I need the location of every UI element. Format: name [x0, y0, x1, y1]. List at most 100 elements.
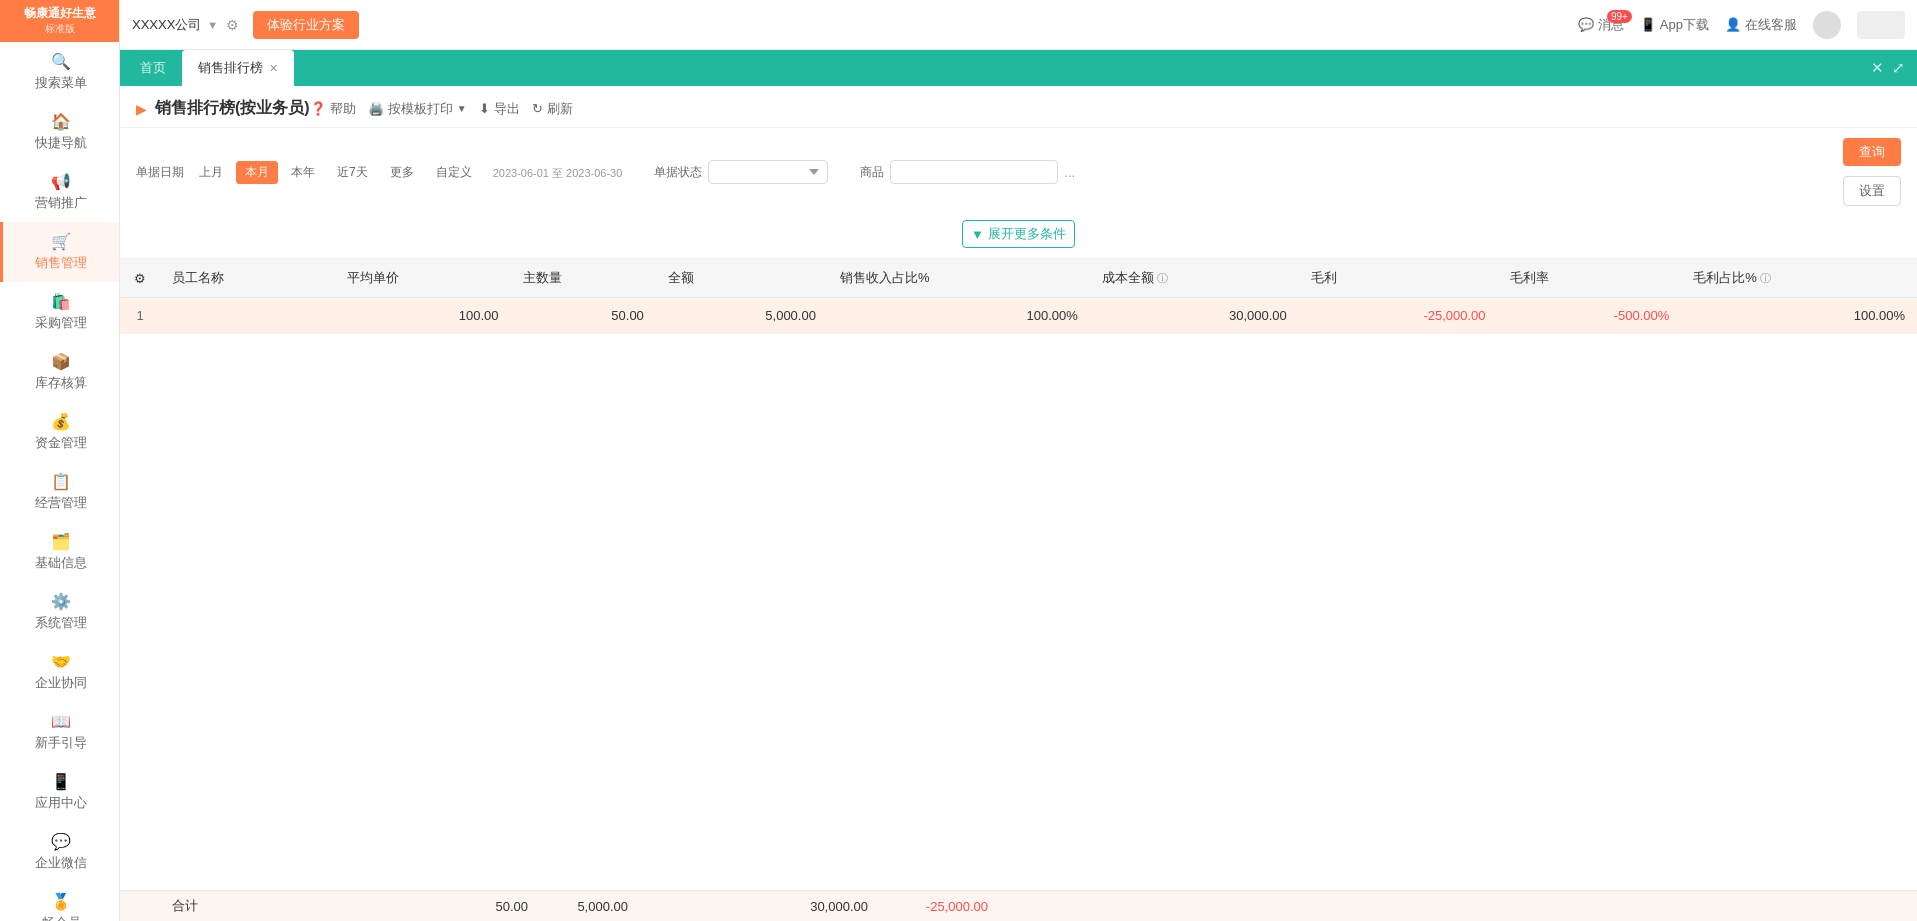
app-download-button[interactable]: 📱 App下载: [1640, 16, 1709, 34]
footer-avg-price: [340, 900, 440, 912]
sidebar-item-search[interactable]: 🔍 搜索菜单: [0, 42, 119, 102]
member-icon: 🏅: [51, 892, 71, 911]
sidebar-item-marketing[interactable]: 📢 营销推广: [0, 162, 119, 222]
mobile-icon: 📱: [1640, 17, 1656, 32]
sidebar-item-label: 搜索菜单: [35, 74, 87, 92]
topbar-right: 💬 消息 99+ 📱 App下载 👤 在线客服: [1578, 11, 1905, 39]
status-select[interactable]: [708, 160, 828, 184]
home-icon: 🏠: [51, 112, 71, 131]
cell-gross: -25,000.00: [1299, 298, 1498, 334]
company-name: XXXXX公司: [132, 16, 201, 34]
custom-btn[interactable]: 自定义: [427, 161, 481, 184]
tab-sales-rank[interactable]: 销售排行榜 ✕: [182, 50, 294, 86]
inventory-icon: 📦: [51, 352, 71, 371]
guide-icon: 📖: [51, 712, 71, 731]
sidebar-item-quick-nav[interactable]: 🏠 快捷导航: [0, 102, 119, 162]
app-download-label: App下载: [1660, 16, 1709, 34]
sidebar-item-system[interactable]: ⚙️ 系统管理: [0, 582, 119, 642]
sales-icon: 🛒: [51, 232, 71, 251]
goods-filter-group: 商品 ...: [860, 160, 1075, 184]
more-btn[interactable]: 更多: [381, 161, 423, 184]
sidebar-item-label: 企业微信: [35, 854, 87, 872]
sidebar-item-basic[interactable]: 🗂️ 基础信息: [0, 522, 119, 582]
col-settings[interactable]: ⚙: [120, 259, 160, 298]
sidebar-item-label: 快捷导航: [35, 134, 87, 152]
goods-more-icon[interactable]: ...: [1064, 165, 1075, 180]
curr-year-btn[interactable]: 本年: [282, 161, 324, 184]
goods-filter-label: 商品: [860, 164, 884, 181]
trial-button[interactable]: 体验行业方案: [253, 11, 359, 39]
tab-sales-rank-label: 销售排行榜: [198, 59, 263, 77]
help-icon: ❓: [310, 101, 326, 116]
company-selector[interactable]: XXXXX公司 ▼: [132, 16, 218, 34]
window-maximize-icon[interactable]: ⤢: [1892, 59, 1905, 77]
tab-close-icon[interactable]: ✕: [269, 62, 278, 75]
help-button[interactable]: ❓ 帮助: [310, 100, 356, 118]
message-button[interactable]: 💬 消息 99+: [1578, 16, 1624, 34]
window-minimize-icon[interactable]: ✕: [1871, 59, 1884, 77]
user-avatar[interactable]: [1813, 11, 1841, 39]
sidebar-item-sales[interactable]: 🛒 销售管理: [0, 222, 119, 282]
sidebar-item-label: 新手引导: [35, 734, 87, 752]
print-dropdown-icon: ▼: [457, 103, 467, 114]
tab-home[interactable]: 首页: [124, 50, 182, 86]
topbar: XXXXX公司 ▼ ⚙ 体验行业方案 💬 消息 99+ 📱 App下载 👤 在线…: [120, 0, 1917, 50]
table-footer: 合计 50.00 5,000.00 30,000.00 -25,000.00: [120, 890, 1917, 921]
footer-amount: 5,000.00: [540, 893, 640, 920]
print-button[interactable]: 🖨️ 按模板打印 ▼: [368, 100, 467, 118]
col-amount: 全额: [656, 259, 828, 298]
sidebar-item-guide[interactable]: 📖 新手引导: [0, 702, 119, 762]
export-button[interactable]: ⬇ 导出: [479, 100, 520, 118]
goods-input[interactable]: [890, 160, 1058, 184]
gross-pct-info-icon: ⓘ: [1760, 272, 1771, 284]
nav-tab-actions: ✕ ⤢: [1871, 59, 1913, 77]
col-avg-price: 平均单价: [335, 259, 510, 298]
prev-month-btn[interactable]: 上月: [190, 161, 232, 184]
footer-gross: -25,000.00: [880, 893, 1000, 920]
sidebar-item-operation[interactable]: 📋 经营管理: [0, 462, 119, 522]
sidebar-item-inventory[interactable]: 📦 库存核算: [0, 342, 119, 402]
system-icon: ⚙️: [51, 592, 71, 611]
sidebar-item-label: 采购管理: [35, 314, 87, 332]
sidebar-item-label: 应用中心: [35, 794, 87, 812]
message-badge: 99+: [1607, 10, 1632, 23]
tab-home-label: 首页: [140, 59, 166, 77]
col-gross-rate: 毛利率: [1498, 259, 1682, 298]
refresh-button[interactable]: ↻ 刷新: [532, 100, 573, 118]
date-filter-group: 单据日期 上月 本月 本年 近7天 更多 自定义: [136, 161, 481, 184]
sidebar-item-finance[interactable]: 💰 资金管理: [0, 402, 119, 462]
user-name-area: [1857, 11, 1905, 39]
page-title: 销售排行榜(按业务员): [155, 98, 310, 119]
gear-icon[interactable]: ⚙: [226, 17, 239, 33]
sidebar-item-member[interactable]: 🏅 畅会员: [0, 882, 119, 921]
sidebar-item-label: 库存核算: [35, 374, 87, 392]
sidebar-item-wechat[interactable]: 💬 企业微信: [0, 822, 119, 882]
message-icon: 💬: [1578, 17, 1594, 32]
search-icon: 🔍: [51, 52, 71, 71]
footer-gross-pct: [1120, 900, 1240, 912]
cost-info-icon: ⓘ: [1157, 272, 1168, 284]
online-service-button[interactable]: 👤 在线客服: [1725, 16, 1797, 34]
app-center-icon: 📱: [51, 772, 71, 791]
app-title: 畅康通好生意: [24, 6, 96, 22]
sidebar-item-app-center[interactable]: 📱 应用中心: [0, 762, 119, 822]
query-button[interactable]: 查询: [1843, 138, 1901, 166]
sidebar-item-collab[interactable]: 🤝 企业协同: [0, 642, 119, 702]
sidebar-item-purchase[interactable]: 🛍️ 采购管理: [0, 282, 119, 342]
collab-icon: 🤝: [51, 652, 71, 671]
settings-button[interactable]: 设置: [1843, 176, 1901, 206]
col-cost: 成本全额 ⓘ: [1090, 259, 1299, 298]
expand-more-button[interactable]: ▼ 展开更多条件: [962, 220, 1075, 248]
basic-icon: 🗂️: [51, 532, 71, 551]
cell-name: [160, 298, 335, 334]
sidebar-item-label: 系统管理: [35, 614, 87, 632]
company-dropdown-icon[interactable]: ▼: [207, 19, 218, 31]
collapse-filter-icon[interactable]: ▶: [136, 101, 147, 117]
curr-month-btn[interactable]: 本月: [236, 161, 278, 184]
nav-tabs: 首页 销售排行榜 ✕ ✕ ⤢: [120, 50, 1917, 86]
expand-label: 展开更多条件: [988, 225, 1066, 243]
last7-btn[interactable]: 近7天: [328, 161, 377, 184]
date-range-text: 2023-06-01 至 2023-06-30: [493, 166, 623, 181]
sidebar-logo: 畅康通好生意 标准版: [0, 0, 119, 42]
finance-icon: 💰: [51, 412, 71, 431]
